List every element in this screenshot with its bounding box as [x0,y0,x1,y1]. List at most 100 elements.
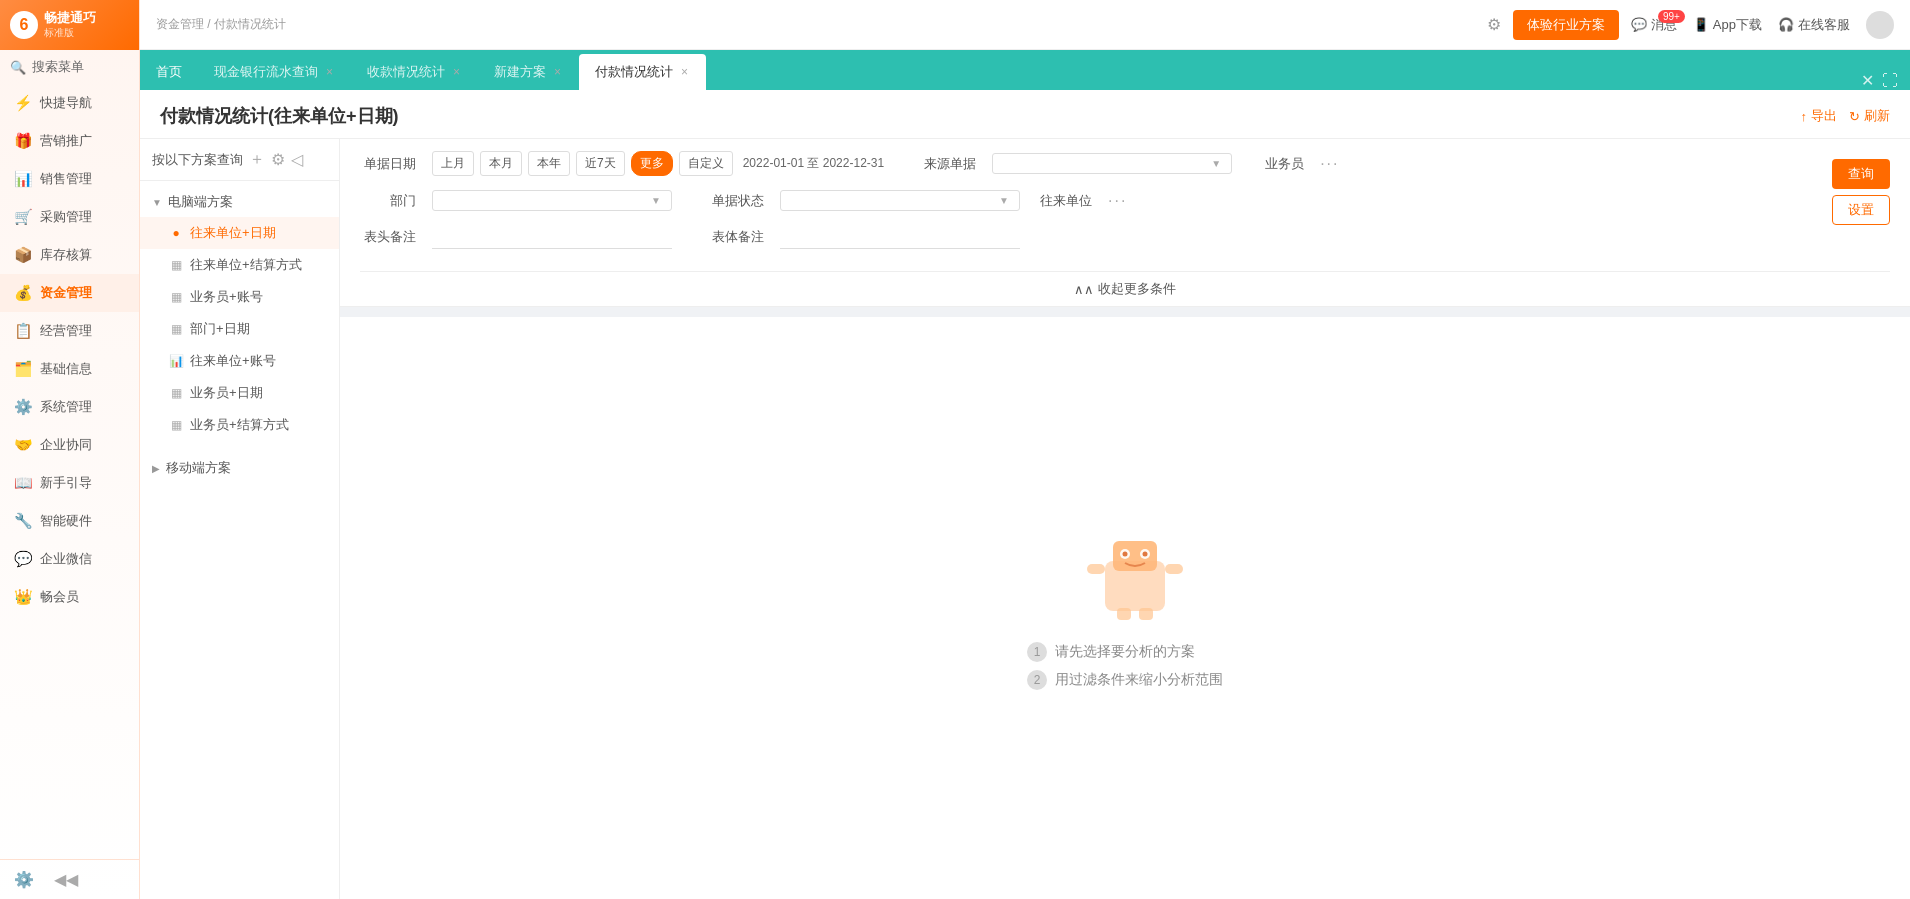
sidebar-item-guide[interactable]: 📖 新手引导 [0,464,139,502]
empty-state: 1 请先选择要分析的方案 2 用过滤条件来缩小分析范围 [340,317,1910,899]
search-icon: 🔍 [10,60,26,75]
scheme-item-salesman-payment-label: 业务员+结算方式 [190,416,289,434]
date-btn-last-month[interactable]: 上月 [432,151,474,176]
scheme-panel-title: 按以下方案查询 [152,151,243,169]
maximize-icon[interactable]: ⛶ [1882,72,1898,90]
tab-bank-flow-close[interactable]: × [324,63,335,81]
date-btn-more[interactable]: 更多 [631,151,673,176]
sidebar-label-inventory: 库存核算 [40,246,92,264]
tab-payment-stat[interactable]: 付款情况统计 × [579,54,706,90]
settings-scheme-icon[interactable]: ⚙ [271,150,285,169]
logo-sub: 标准版 [44,26,96,40]
scheme-item-unit-date[interactable]: ● 往来单位+日期 [140,217,339,249]
sidebar-item-purchase[interactable]: 🛒 采购管理 [0,198,139,236]
sidebar-item-basic[interactable]: 🗂️ 基础信息 [0,350,139,388]
sidebar-item-system[interactable]: ⚙️ 系统管理 [0,388,139,426]
sidebar-item-enterprise[interactable]: 🤝 企业协同 [0,426,139,464]
source-doc-select[interactable]: ▼ [992,153,1232,174]
filter-fields: 单据日期 上月 本月 本年 近7天 更多 自定义 [360,151,1816,263]
topbar-settings-icon[interactable]: ⚙ [1487,15,1501,34]
doc-status-select[interactable]: ▼ [780,190,1020,211]
online-service-button[interactable]: 🎧 在线客服 [1778,16,1850,34]
empty-tip-2: 2 用过滤条件来缩小分析范围 [1027,670,1223,690]
sidebar-item-sales[interactable]: 📊 销售管理 [0,160,139,198]
scheme-item-salesman-account[interactable]: ▦ 业务员+账号 [140,281,339,313]
date-btn-this-year[interactable]: 本年 [528,151,570,176]
sidebar-item-operation[interactable]: 📋 经营管理 [0,312,139,350]
scheme-item-unit-account[interactable]: 📊 往来单位+账号 [140,345,339,377]
tab-receivable-close[interactable]: × [451,63,462,81]
add-scheme-icon[interactable]: ＋ [249,149,265,170]
tab-payment-stat-close[interactable]: × [679,63,690,81]
related-unit-dots[interactable]: ··· [1108,192,1127,210]
mobile-scheme-label: 移动端方案 [166,459,231,477]
table-body-note-input[interactable] [780,225,1020,249]
sidebar-item-capital[interactable]: 💰 资金管理 [0,274,139,312]
hardware-icon: 🔧 [14,512,32,530]
trial-button[interactable]: 体验行业方案 [1513,10,1619,40]
scheme-item-salesman-date-label: 业务员+日期 [190,384,263,402]
sidebar-item-wechat[interactable]: 💬 企业微信 [0,540,139,578]
scheme-item-salesman-account-label: 业务员+账号 [190,288,263,306]
sidebar-item-member[interactable]: 👑 畅会员 [0,578,139,616]
pc-scheme-group-title[interactable]: ▼ 电脑端方案 [140,187,339,217]
sidebar-label-guide: 新手引导 [40,474,92,492]
sidebar-item-inventory[interactable]: 📦 库存核算 [0,236,139,274]
scheme-item-salesman-payment[interactable]: ▦ 业务员+结算方式 [140,409,339,441]
scheme-item-salesman-date[interactable]: ▦ 业务员+日期 [140,377,339,409]
sidebar-item-marketing[interactable]: 🎁 营销推广 [0,122,139,160]
filter-settings-button[interactable]: 设置 [1832,195,1890,225]
sidebar-label-marketing: 营销推广 [40,132,92,150]
tab-home[interactable]: 首页 [140,54,198,90]
pc-group-arrow: ▼ [152,197,162,208]
filter-row-3: 表头备注 表体备注 [360,225,1816,249]
app-download-button[interactable]: 📱 App下载 [1693,16,1762,34]
unit-account-icon: 📊 [168,353,184,369]
scheme-item-dept-date[interactable]: ▦ 部门+日期 [140,313,339,345]
close-all-tabs-icon[interactable]: ✕ [1861,71,1874,90]
messages-button[interactable]: 💬 消息 99+ [1631,16,1677,34]
online-service-label: 在线客服 [1798,16,1850,34]
scheme-item-unit-payment[interactable]: ▦ 往来单位+结算方式 [140,249,339,281]
sidebar-item-quick-nav[interactable]: ⚡ 快捷导航 [0,84,139,122]
table-body-note-label: 表体备注 [708,228,764,246]
date-btn-custom[interactable]: 自定义 [679,151,733,176]
export-label: 导出 [1811,107,1837,125]
system-icon: ⚙️ [14,398,32,416]
search-menu[interactable]: 🔍 搜索菜单 [0,50,139,84]
date-btn-7days[interactable]: 近7天 [576,151,625,176]
tab-new-scheme-close[interactable]: × [552,63,563,81]
date-selector: 上月 本月 本年 近7天 更多 自定义 2022-01-01 至 [432,151,884,176]
sidebar-item-hardware[interactable]: 🔧 智能硬件 [0,502,139,540]
dept-date-icon: ▦ [168,321,184,337]
tab-receivable[interactable]: 收款情况统计 × [351,54,478,90]
collapse-sidebar-icon[interactable]: ◀◀ [54,870,78,889]
tab-home-label: 首页 [156,63,182,81]
sidebar-label-operation: 经营管理 [40,322,92,340]
date-btn-this-month[interactable]: 本月 [480,151,522,176]
export-button[interactable]: ↑ 导出 [1801,107,1838,125]
scheme-item-dept-date-label: 部门+日期 [190,320,250,338]
scheme-item-unit-account-label: 往来单位+账号 [190,352,276,370]
tab-bank-flow[interactable]: 现金银行流水查询 × [198,54,351,90]
dept-select[interactable]: ▼ [432,190,672,211]
filter-row-1: 单据日期 上月 本月 本年 近7天 更多 自定义 [360,151,1816,176]
settings-footer-icon[interactable]: ⚙️ [14,870,34,889]
source-doc-label: 来源单据 [920,155,976,173]
collapse-more-conditions[interactable]: ∧∧ 收起更多条件 [360,271,1890,306]
salesman-dots[interactable]: ··· [1320,155,1339,173]
tab-new-scheme[interactable]: 新建方案 × [478,54,579,90]
collapse-scheme-icon[interactable]: ◁ [291,150,303,169]
mobile-scheme-group-title[interactable]: ▶ 移动端方案 [140,453,339,483]
page-actions: ↑ 导出 ↻ 刷新 [1801,107,1891,125]
user-avatar[interactable] [1866,11,1894,39]
tip-text-1: 请先选择要分析的方案 [1055,643,1195,661]
refresh-button[interactable]: ↻ 刷新 [1849,107,1890,125]
page-header: 付款情况统计(往来单位+日期) ↑ 导出 ↻ 刷新 [140,90,1910,139]
table-head-note-input[interactable] [432,225,672,249]
filter-row-1-group: 单据日期 上月 本月 本年 近7天 更多 自定义 [360,151,1890,263]
filter-section: 单据日期 上月 本月 本年 近7天 更多 自定义 [340,139,1910,307]
query-button[interactable]: 查询 [1832,159,1890,189]
scheme-panel-header: 按以下方案查询 ＋ ⚙ ◁ [140,139,339,181]
export-icon: ↑ [1801,109,1808,124]
